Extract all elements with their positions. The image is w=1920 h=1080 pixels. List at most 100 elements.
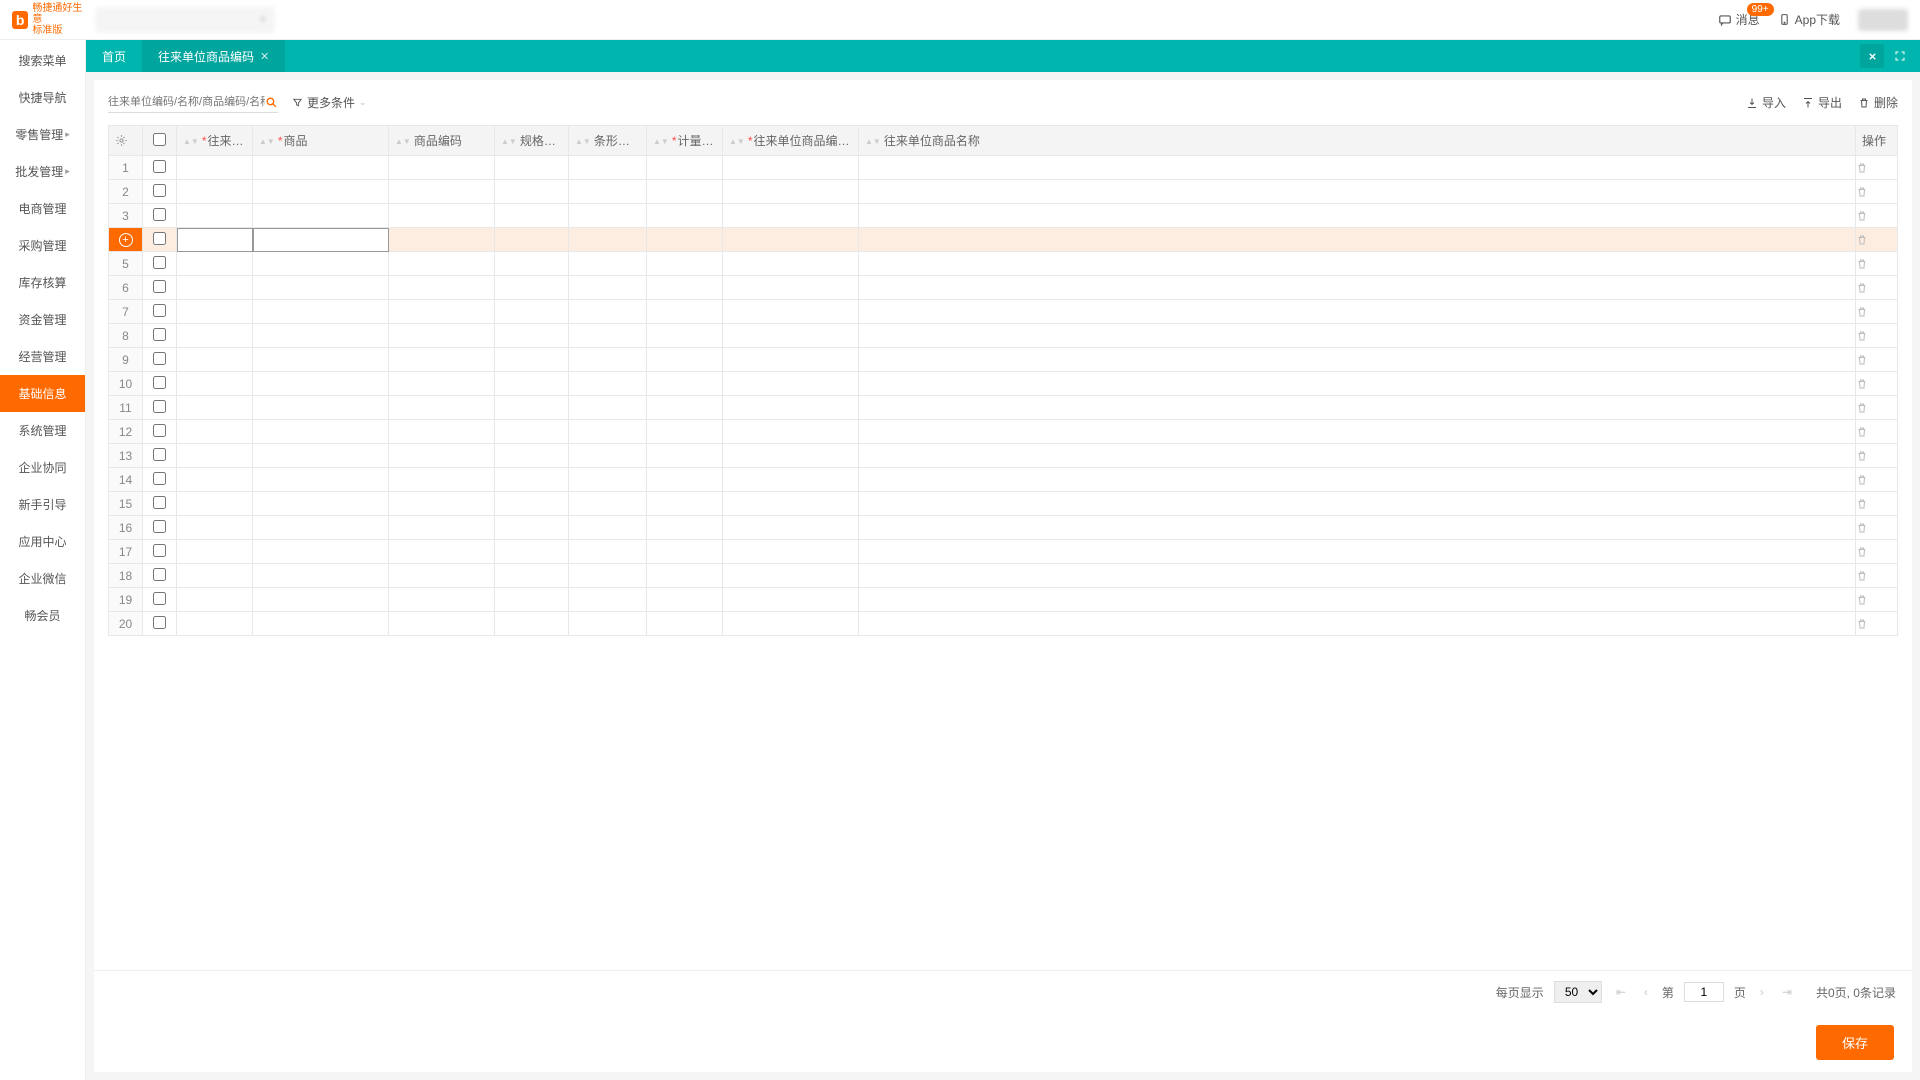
cell-spec[interactable] [495,492,569,516]
cell-product[interactable] [253,468,389,492]
cell-product[interactable] [253,276,389,300]
cell-scode[interactable] [723,540,859,564]
cell-source[interactable] [177,612,253,636]
cell-unit[interactable] [647,204,723,228]
cell-product[interactable] [253,612,389,636]
cell-spec[interactable] [495,372,569,396]
cell-product[interactable] [253,252,389,276]
cell-spec[interactable] [495,276,569,300]
cell-unit[interactable] [647,516,723,540]
tab-home[interactable]: 首页 [86,40,142,72]
cell-scode[interactable] [723,156,859,180]
cell-code[interactable] [389,492,495,516]
cell-spec[interactable] [495,540,569,564]
sidebar-item-15[interactable]: 畅会员 [0,597,85,634]
col-unit[interactable]: ▲▼*计量… [647,126,723,156]
cell-spec[interactable] [495,300,569,324]
cell-sname[interactable] [859,540,1856,564]
cell-scode[interactable] [723,372,859,396]
cell-unit[interactable] [647,300,723,324]
add-row-icon[interactable]: + [119,233,133,247]
cell-product[interactable] [253,588,389,612]
table-row[interactable]: 18 [109,564,1898,588]
cell-unit[interactable] [647,228,723,252]
col-product[interactable]: ▲▼*商品 [253,126,389,156]
cell-sname[interactable] [859,204,1856,228]
page-last-button[interactable]: ⇥ [1778,985,1796,999]
cell-barcode[interactable] [569,180,647,204]
row-delete-button[interactable] [1856,450,1897,462]
tab-close-all-button[interactable] [1860,44,1884,68]
messages-button[interactable]: 消息 99+ [1718,11,1760,28]
row-delete-button[interactable] [1856,594,1897,606]
col-scode[interactable]: ▲▼*往来单位商品编… [723,126,859,156]
cell-unit[interactable] [647,252,723,276]
cell-source[interactable] [177,468,253,492]
cell-source[interactable] [177,228,253,252]
col-spec[interactable]: ▲▼规格… [495,126,569,156]
row-delete-button[interactable] [1856,186,1897,198]
cell-spec[interactable] [495,516,569,540]
cell-sname[interactable] [859,276,1856,300]
sidebar-item-7[interactable]: 资金管理 [0,301,85,338]
cell-unit[interactable] [647,444,723,468]
row-checkbox[interactable] [153,304,166,317]
cell-scode[interactable] [723,564,859,588]
cell-source[interactable] [177,300,253,324]
cell-code[interactable] [389,348,495,372]
cell-product[interactable] [253,324,389,348]
row-checkbox[interactable] [153,424,166,437]
cell-source[interactable] [177,516,253,540]
cell-code[interactable] [389,300,495,324]
cell-source[interactable] [177,564,253,588]
cell-spec[interactable] [495,324,569,348]
row-checkbox[interactable] [153,328,166,341]
cell-spec[interactable] [495,612,569,636]
sidebar-item-2[interactable]: 零售管理▸ [0,116,85,153]
cell-spec[interactable] [495,468,569,492]
row-checkbox[interactable] [153,448,166,461]
cell-sname[interactable] [859,564,1856,588]
cell-code[interactable] [389,228,495,252]
cell-scode[interactable] [723,180,859,204]
sidebar-item-14[interactable]: 企业微信 [0,560,85,597]
row-checkbox[interactable] [153,184,166,197]
cell-sname[interactable] [859,468,1856,492]
cell-barcode[interactable] [569,444,647,468]
cell-unit[interactable] [647,372,723,396]
row-checkbox[interactable] [153,520,166,533]
table-row[interactable]: 9 [109,348,1898,372]
table-row[interactable]: 1 [109,156,1898,180]
cell-source[interactable] [177,324,253,348]
cell-unit[interactable] [647,156,723,180]
cell-sname[interactable] [859,372,1856,396]
table-row[interactable]: 7 [109,300,1898,324]
table-row[interactable]: 2 [109,180,1898,204]
cell-unit[interactable] [647,276,723,300]
cell-code[interactable] [389,468,495,492]
sidebar-item-4[interactable]: 电商管理 [0,190,85,227]
cell-code[interactable] [389,276,495,300]
cell-barcode[interactable] [569,228,647,252]
save-button[interactable]: 保存 [1816,1025,1894,1060]
cell-sname[interactable] [859,492,1856,516]
table-row[interactable]: 6 [109,276,1898,300]
cell-source[interactable] [177,396,253,420]
row-delete-button[interactable] [1856,306,1897,318]
row-delete-button[interactable] [1856,354,1897,366]
cell-source[interactable] [177,420,253,444]
sidebar-item-13[interactable]: 应用中心 [0,523,85,560]
cell-sname[interactable] [859,420,1856,444]
row-checkbox[interactable] [153,160,166,173]
row-delete-button[interactable] [1856,546,1897,558]
export-button[interactable]: 导出 [1802,94,1842,111]
cell-code[interactable] [389,588,495,612]
tab-current[interactable]: 往来单位商品编码 ✕ [142,40,285,72]
cell-code[interactable] [389,420,495,444]
cell-scode[interactable] [723,276,859,300]
cell-scode[interactable] [723,252,859,276]
row-checkbox[interactable] [153,208,166,221]
cell-source[interactable] [177,444,253,468]
cell-sname[interactable] [859,396,1856,420]
row-delete-button[interactable] [1856,402,1897,414]
